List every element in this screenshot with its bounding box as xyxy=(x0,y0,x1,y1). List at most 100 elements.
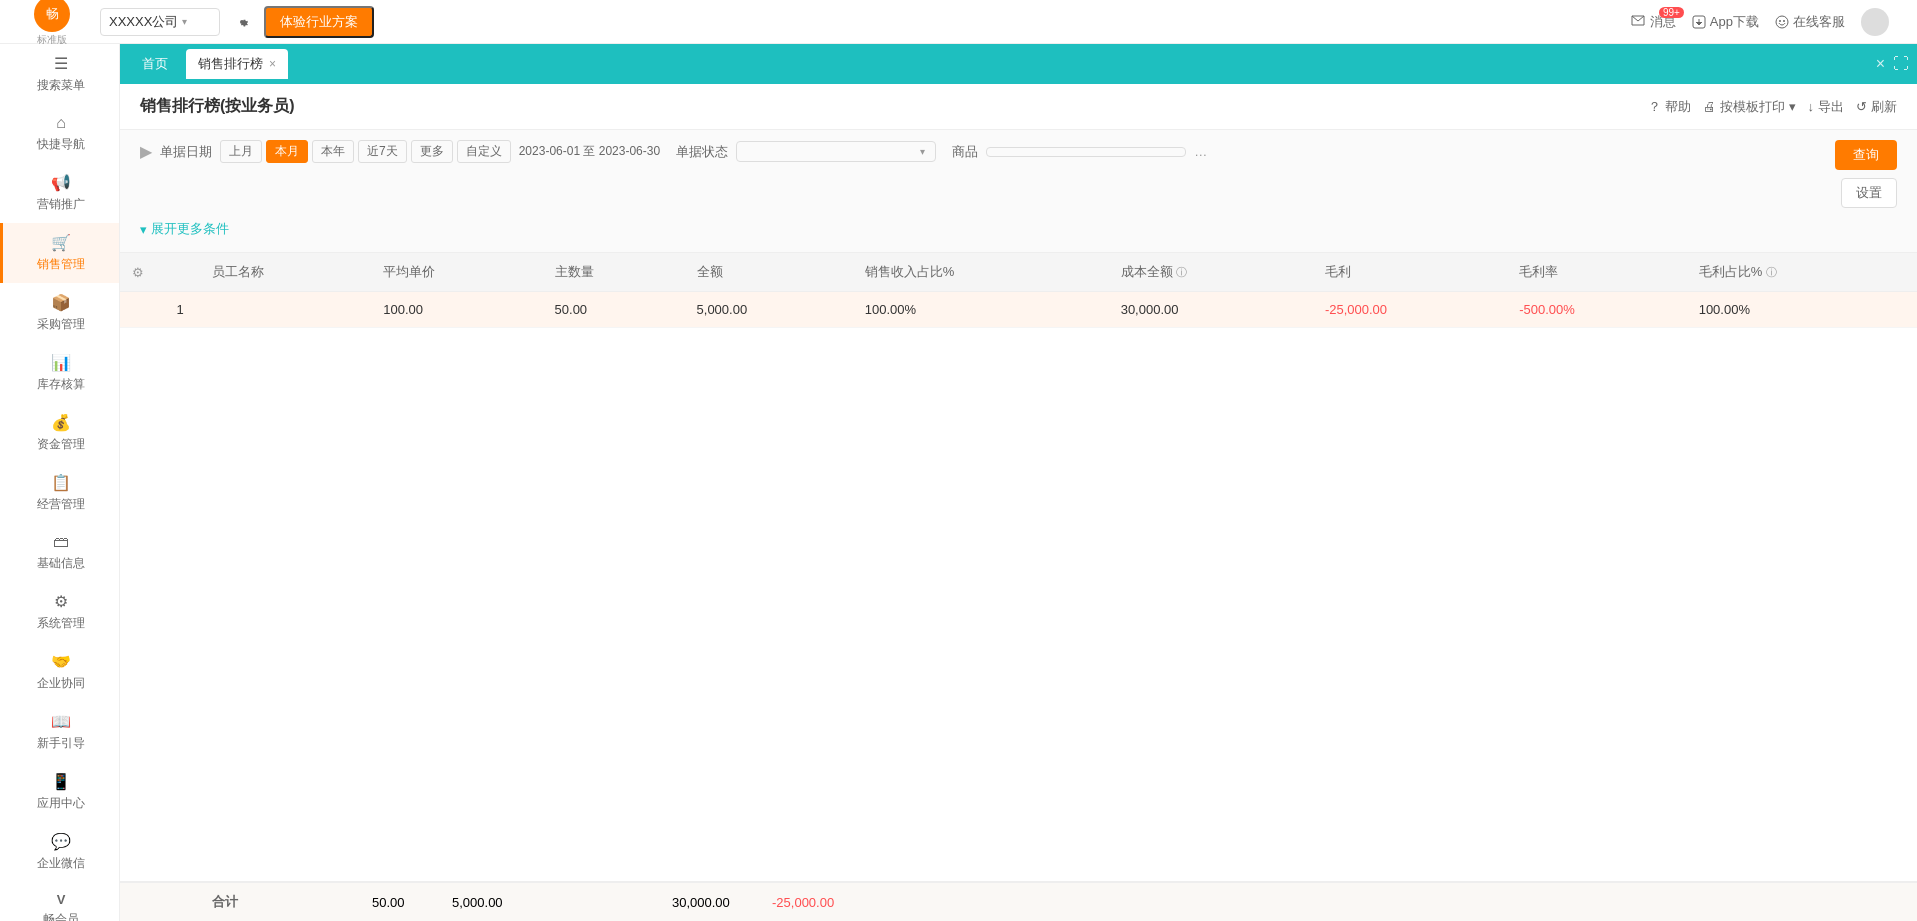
footer-cost: 30,000.00 xyxy=(672,895,772,910)
row-avg-price-cell: 100.00 xyxy=(371,292,542,328)
row-index-cell: 1 xyxy=(160,292,200,328)
tab-bar: 首页 销售排行榜 × × ⛶ xyxy=(120,44,1917,84)
app-download-button[interactable]: App下载 xyxy=(1692,13,1759,31)
sidebar-item-marketing[interactable]: 📢 营销推广 xyxy=(0,163,119,223)
date-btn-prev-month[interactable]: 上月 xyxy=(220,140,262,163)
cost-info-icon[interactable]: ⓘ xyxy=(1176,266,1187,278)
sidebar-label-operations: 经营管理 xyxy=(37,496,85,513)
more-filters-icon[interactable]: … xyxy=(1194,144,1207,159)
table-footer: 合计 50.00 5,000.00 30,000.00 -25,000.00 xyxy=(120,881,1917,921)
finance-icon: 💰 xyxy=(51,413,71,432)
tab-close-all-icon[interactable]: × xyxy=(1876,55,1885,73)
topbar-right: 消息 99+ App下载 在线客服 xyxy=(1630,8,1905,36)
sidebar-item-purchase[interactable]: 📦 采购管理 xyxy=(0,283,119,343)
filter-right-actions: 查询 设置 xyxy=(1835,140,1897,208)
sidebar: ☰ 搜索菜单 ⌂ 快捷导航 📢 营销推广 🛒 销售管理 📦 采购管理 📊 库存核… xyxy=(0,44,120,921)
company-selector[interactable]: XXXXX公司 ▾ xyxy=(100,8,220,36)
export-button[interactable]: ↓ 导出 xyxy=(1808,98,1845,116)
sidebar-item-enterprise[interactable]: 🤝 企业协同 xyxy=(0,642,119,702)
date-btn-current-year[interactable]: 本年 xyxy=(312,140,354,163)
expand-label: 展开更多条件 xyxy=(151,220,229,238)
sidebar-item-system[interactable]: ⚙ 系统管理 xyxy=(0,582,119,642)
date-btn-7days[interactable]: 近7天 xyxy=(358,140,407,163)
date-btn-current-month[interactable]: 本月 xyxy=(266,140,308,163)
expand-more-button[interactable]: ▾ 展开更多条件 xyxy=(140,220,1897,238)
sidebar-label-purchase: 采购管理 xyxy=(37,316,85,333)
tab-close-icon[interactable]: × xyxy=(269,57,276,71)
query-button[interactable]: 查询 xyxy=(1835,140,1897,170)
goods-filter-group: 商品 … xyxy=(952,143,1207,161)
svg-point-4 xyxy=(1779,20,1781,22)
date-btn-more[interactable]: 更多 xyxy=(411,140,453,163)
company-dropdown-arrow: ▾ xyxy=(182,16,187,27)
sales-icon: 🛒 xyxy=(51,233,71,252)
sidebar-item-member[interactable]: V 畅会员 xyxy=(0,882,119,921)
sidebar-item-inventory[interactable]: 📊 库存核算 xyxy=(0,343,119,403)
status-select[interactable]: ▾ xyxy=(736,141,936,162)
avatar[interactable] xyxy=(1861,8,1889,36)
sidebar-item-basic-info[interactable]: 🗃 基础信息 xyxy=(0,523,119,582)
sidebar-label-enterprise: 企业协同 xyxy=(37,675,85,692)
goods-input[interactable] xyxy=(986,147,1186,157)
sidebar-label-sales: 销售管理 xyxy=(37,256,85,273)
date-btn-custom[interactable]: 自定义 xyxy=(457,140,511,163)
help-button[interactable]: ？ 帮助 xyxy=(1648,98,1691,116)
help-label: 帮助 xyxy=(1665,98,1691,116)
app-label: App下载 xyxy=(1710,13,1759,31)
operations-icon: 📋 xyxy=(51,473,71,492)
col-header-name: 员工名称 xyxy=(200,253,371,292)
sidebar-item-quick-nav[interactable]: ⌂ 快捷导航 xyxy=(0,104,119,163)
filter-main-row: ▶ 单据日期 上月 本月 本年 近7天 更多 自定义 2023-06-01 至 … xyxy=(140,140,1897,208)
main-layout: ☰ 搜索菜单 ⌂ 快捷导航 📢 营销推广 🛒 销售管理 📦 采购管理 📊 库存核… xyxy=(0,44,1917,921)
service-button[interactable]: 在线客服 xyxy=(1775,13,1845,31)
expand-down-icon: ▾ xyxy=(140,222,147,237)
template-print-button[interactable]: 🖨 按模板打印 ▾ xyxy=(1703,98,1796,116)
sidebar-item-wechat[interactable]: 💬 企业微信 xyxy=(0,822,119,882)
sidebar-item-search[interactable]: ☰ 搜索菜单 xyxy=(0,44,119,104)
sidebar-item-guide[interactable]: 📖 新手引导 xyxy=(0,702,119,762)
message-badge: 99+ xyxy=(1659,7,1684,18)
tab-home[interactable]: 首页 xyxy=(128,49,182,79)
row-quantity-cell: 50.00 xyxy=(543,292,685,328)
row-gross-cell: -25,000.00 xyxy=(1313,292,1507,328)
sidebar-label-inventory: 库存核算 xyxy=(37,376,85,393)
gross-ratio-info-icon[interactable]: ⓘ xyxy=(1766,266,1777,278)
col-header-gross-ratio: 毛利占比% ⓘ xyxy=(1687,253,1917,292)
col-header-avg-price: 平均单价 xyxy=(371,253,542,292)
page-title: 销售排行榜(按业务员) xyxy=(140,96,295,117)
inventory-icon: 📊 xyxy=(51,353,71,372)
col-header-amount: 全额 xyxy=(685,253,853,292)
footer-gross: -25,000.00 xyxy=(772,895,872,910)
page-content: 销售排行榜(按业务员) ？ 帮助 🖨 按模板打印 ▾ ↓ 导出 xyxy=(120,84,1917,921)
svg-point-5 xyxy=(1783,20,1785,22)
trial-button[interactable]: 体验行业方案 xyxy=(264,6,374,38)
content-area: 首页 销售排行榜 × × ⛶ 销售排行榜(按业务员) ？ 帮助 xyxy=(120,44,1917,921)
sidebar-label-guide: 新手引导 xyxy=(37,735,85,752)
help-icon: ？ xyxy=(1648,98,1661,116)
col-header-cost: 成本全额 ⓘ xyxy=(1109,253,1313,292)
sidebar-item-finance[interactable]: 💰 资金管理 xyxy=(0,403,119,463)
sidebar-item-app-center[interactable]: 📱 应用中心 xyxy=(0,762,119,822)
row-name-cell xyxy=(200,292,371,328)
filter-collapse-icon[interactable]: ▶ xyxy=(140,142,152,161)
sidebar-item-sales[interactable]: 🛒 销售管理 xyxy=(0,223,119,283)
settings-icon[interactable] xyxy=(228,8,256,36)
data-table: ⚙ 员工名称 平均单价 主数量 全额 销售收入占比% 成本全额 ⓘ 毛利 xyxy=(120,253,1917,328)
date-buttons: 上月 本月 本年 近7天 更多 自定义 xyxy=(220,140,511,163)
status-dropdown-icon: ▾ xyxy=(920,146,925,157)
sidebar-label-marketing: 营销推广 xyxy=(37,196,85,213)
tab-expand-icon[interactable]: ⛶ xyxy=(1893,55,1909,73)
refresh-label: 刷新 xyxy=(1871,98,1897,116)
col-header-quantity: 主数量 xyxy=(543,253,685,292)
system-icon: ⚙ xyxy=(54,592,68,611)
settings-button[interactable]: 设置 xyxy=(1841,178,1897,208)
col-header-gross: 毛利 xyxy=(1313,253,1507,292)
sidebar-item-operations[interactable]: 📋 经营管理 xyxy=(0,463,119,523)
sidebar-label-quick-nav: 快捷导航 xyxy=(37,136,85,153)
message-button[interactable]: 消息 99+ xyxy=(1630,13,1676,31)
export-icon: ↓ xyxy=(1808,99,1815,114)
refresh-button[interactable]: ↺ 刷新 xyxy=(1856,98,1897,116)
row-cost-cell: 30,000.00 xyxy=(1109,292,1313,328)
column-settings-icon[interactable]: ⚙ xyxy=(132,265,144,280)
tab-sales-ranking[interactable]: 销售排行榜 × xyxy=(186,49,288,79)
